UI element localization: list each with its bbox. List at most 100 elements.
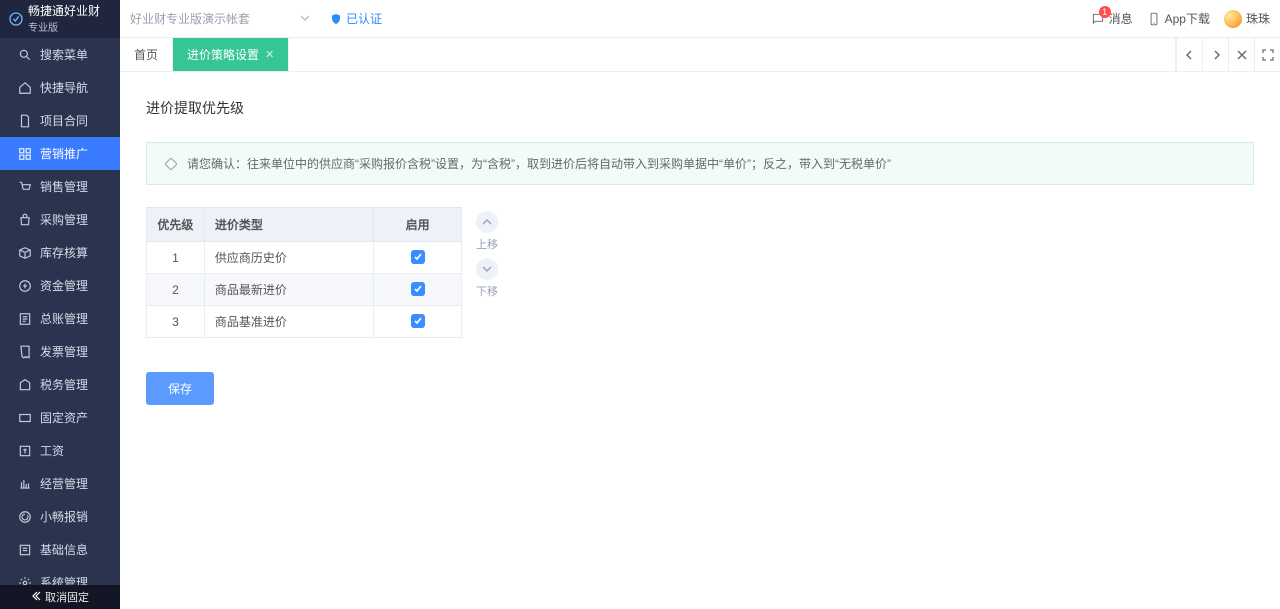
tab-close-all[interactable] [1228,38,1254,72]
verified-label: 已认证 [346,10,382,27]
messages-button[interactable]: 1 消息 [1091,10,1133,27]
table-row[interactable]: 2商品最新进价 [147,274,462,306]
col-priority: 优先级 [147,208,205,242]
checkbox-checked-icon[interactable] [411,314,425,328]
reimburse-icon [18,510,32,524]
tab-active-label: 进价策略设置 [187,46,259,63]
col-type: 进价类型 [204,208,373,242]
move-down-label: 下移 [476,283,498,299]
move-up-button[interactable] [476,211,498,233]
sidebar: 搜索菜单快捷导航项目合同营销推广销售管理采购管理库存核算资金管理总账管理发票管理… [0,38,120,609]
message-icon: 1 [1091,12,1105,26]
sidebar-item-label: 小畅报销 [40,508,88,525]
cell-type: 供应商历史价 [204,242,373,274]
tab-home[interactable]: 首页 [120,38,173,71]
tab-bar: 首页 进价策略设置 ✕ [120,38,1280,72]
cell-enable [374,242,462,274]
asset-icon [18,411,32,425]
sidebar-item-4[interactable]: 销售管理 [0,170,120,203]
sidebar-item-10[interactable]: 税务管理 [0,368,120,401]
sidebar-item-label: 快捷导航 [40,79,88,96]
tab-scroll-left[interactable] [1176,38,1202,72]
brand-logo: 畅捷通好业财 专业版 [0,0,120,38]
sidebar-item-2[interactable]: 项目合同 [0,104,120,137]
doc-icon [18,114,32,128]
coin-icon [18,279,32,293]
sidebar-item-6[interactable]: 库存核算 [0,236,120,269]
brand-icon [8,11,24,27]
sidebar-item-9[interactable]: 发票管理 [0,335,120,368]
sidebar-item-label: 项目合同 [40,112,88,129]
cell-enable [374,306,462,338]
table-row[interactable]: 3商品基准进价 [147,306,462,338]
verified-badge: 已认证 [330,10,382,27]
notice-text: 请您确认：往来单位中的供应商“采购报价含税”设置，为“含税”，取到进价后将自动带… [187,155,891,172]
sidebar-item-14[interactable]: 小畅报销 [0,500,120,533]
sidebar-item-5[interactable]: 采购管理 [0,203,120,236]
sidebar-pin-toggle[interactable]: 取消固定 [0,585,120,609]
user-name: 珠珠 [1246,10,1270,27]
tax-icon [18,378,32,392]
save-button[interactable]: 保存 [146,372,214,405]
grid-icon [18,147,32,161]
sidebar-item-1[interactable]: 快捷导航 [0,71,120,104]
app-download-label: App下载 [1165,10,1210,27]
sidebar-item-label: 总账管理 [40,310,88,327]
info-icon [18,543,32,557]
page-title: 进价提取优先级 [146,98,1254,118]
checkbox-checked-icon[interactable] [411,250,425,264]
sidebar-item-label: 搜索菜单 [40,46,88,63]
tab-scroll-right[interactable] [1202,38,1228,72]
priority-table: 优先级 进价类型 启用 1供应商历史价2商品最新进价3商品基准进价 [146,207,462,338]
move-down-button[interactable] [476,258,498,280]
sidebar-item-label: 基础信息 [40,541,88,558]
sidebar-item-label: 固定资产 [40,409,88,426]
checkbox-checked-icon[interactable] [411,282,425,296]
chevron-down-icon [300,12,310,26]
main-content: 进价提取优先级 请您确认：往来单位中的供应商“采购报价含税”设置，为“含税”，取… [120,72,1280,609]
user-menu[interactable]: 珠珠 [1224,10,1270,28]
sidebar-item-12[interactable]: 工资 [0,434,120,467]
ledger-icon [18,312,32,326]
sidebar-item-label: 采购管理 [40,211,88,228]
sidebar-item-8[interactable]: 总账管理 [0,302,120,335]
receipt-icon [18,345,32,359]
sidebar-item-label: 营销推广 [40,145,88,162]
salary-icon [18,444,32,458]
sidebar-item-15[interactable]: 基础信息 [0,533,120,566]
sidebar-item-0[interactable]: 搜索菜单 [0,38,120,71]
messages-label: 消息 [1109,10,1133,27]
sidebar-item-7[interactable]: 资金管理 [0,269,120,302]
top-header: 好业财专业版演示帐套 已认证 1 消息 App下载 珠珠 [120,0,1280,38]
bag-icon [18,213,32,227]
sidebar-item-3[interactable]: 营销推广 [0,137,120,170]
avatar-icon [1224,10,1242,28]
tab-home-label: 首页 [134,46,158,63]
sidebar-item-label: 工资 [40,442,64,459]
search-icon [18,48,32,62]
biz-icon [18,477,32,491]
col-enable: 启用 [374,208,462,242]
fullscreen-button[interactable] [1254,38,1280,72]
cart-icon [18,180,32,194]
tab-tools [1175,38,1280,71]
home-icon [18,81,32,95]
sidebar-item-label: 销售管理 [40,178,88,195]
tab-price-strategy[interactable]: 进价策略设置 ✕ [173,38,289,71]
sidebar-item-13[interactable]: 经营管理 [0,467,120,500]
sidebar-item-label: 库存核算 [40,244,88,261]
close-icon[interactable]: ✕ [265,48,274,61]
cell-priority: 3 [147,306,205,338]
phone-icon [1147,12,1161,26]
brand-edition: 专业版 [28,19,100,34]
sidebar-item-label: 经营管理 [40,475,88,492]
move-up-label: 上移 [476,236,498,252]
org-selector[interactable]: 好业财专业版演示帐套 [130,10,310,27]
app-download-button[interactable]: App下载 [1147,10,1210,27]
pin-label: 取消固定 [45,589,89,605]
brand-name: 畅捷通好业财 [28,4,100,18]
cell-type: 商品最新进价 [204,274,373,306]
cell-type: 商品基准进价 [204,306,373,338]
sidebar-item-11[interactable]: 固定资产 [0,401,120,434]
table-row[interactable]: 1供应商历史价 [147,242,462,274]
